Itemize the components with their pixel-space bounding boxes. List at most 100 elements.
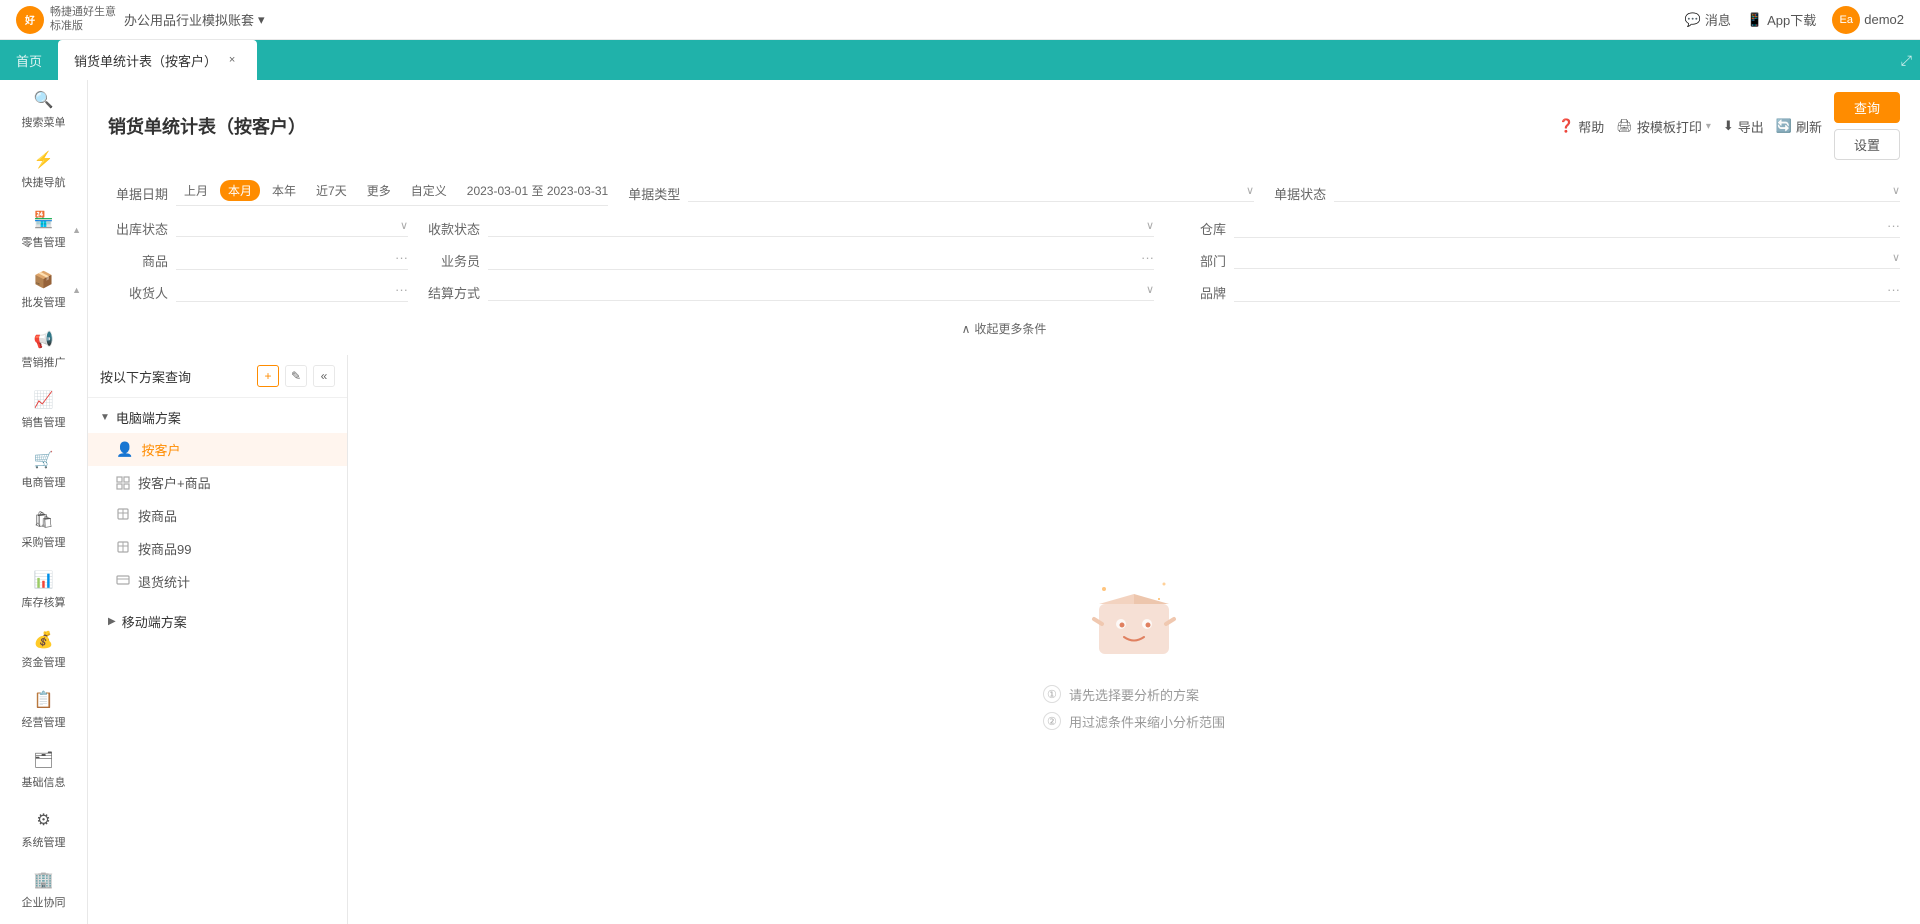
scheme-mobile-header[interactable]: ▶ 移动端方案: [88, 606, 347, 637]
filter-receiver: 收货人 ···: [108, 282, 408, 302]
page-actions: ❓ 帮助 🖨 按模板打印 ▾ ⬇ 导出 🔄 刷新: [1558, 92, 1900, 160]
message-btn[interactable]: 💬 消息: [1685, 10, 1731, 29]
hint-num-2: ②: [1043, 712, 1061, 730]
sidebar-item-search[interactable]: 🔍 搜索菜单: [0, 80, 87, 140]
department-control[interactable]: ∨: [1234, 251, 1900, 269]
date-tab-last-month[interactable]: 上月: [176, 180, 216, 201]
mobile-arrow-icon: ▶: [108, 616, 116, 627]
sidebar-item-wholesale[interactable]: 📦 批发管理 ▲: [0, 260, 87, 320]
out-status-label: 出库状态: [108, 219, 168, 238]
app-download-btn[interactable]: 📱 App下载: [1747, 10, 1816, 29]
refresh-btn[interactable]: 🔄 刷新: [1776, 117, 1822, 136]
receiver-label: 收货人: [108, 283, 168, 302]
filter-doc-type: 单据类型 ∨: [620, 184, 1254, 203]
hint-num-1: ①: [1043, 685, 1061, 703]
empty-hint-1: ① 请先选择要分析的方案: [1043, 685, 1225, 704]
help-icon: ❓: [1558, 118, 1574, 134]
tab-maximize-btn[interactable]: ⤢: [1901, 52, 1912, 69]
logo-area: 好 畅捷通好生意 标准版: [16, 6, 116, 34]
tab-active[interactable]: 销货单统计表（按客户） ×: [58, 40, 257, 80]
collapse-button[interactable]: ∧ 收起更多条件: [962, 314, 1047, 343]
export-btn[interactable]: ⬇ 导出: [1723, 117, 1764, 136]
sidebar-item-marketing[interactable]: 📢 营销推广: [0, 320, 87, 380]
filter-out-status: 出库状态 ∨: [108, 219, 408, 238]
template-print-btn[interactable]: 🖨 按模板打印 ▾: [1616, 117, 1711, 136]
refresh-icon: 🔄: [1776, 118, 1792, 134]
scheme-item-by-goods-99[interactable]: 按商品99: [88, 532, 347, 565]
enterprise-icon: 🏢: [34, 870, 54, 890]
sidebar-item-operations[interactable]: 📋 经营管理: [0, 680, 87, 740]
receive-status-chevron: ∨: [1146, 219, 1154, 232]
sidebar-item-basic[interactable]: 🗂 基础信息: [0, 740, 87, 800]
salesperson-label: 业务员: [420, 251, 480, 270]
goods-scheme-icon: [116, 507, 130, 524]
scheme-item-by-goods[interactable]: 按商品: [88, 499, 347, 532]
sidebar-item-ecommerce[interactable]: 🛒 电商管理: [0, 440, 87, 500]
date-label: 单据日期: [108, 184, 168, 203]
download-icon: 📱: [1747, 12, 1763, 28]
sidebar-item-quick-nav[interactable]: ⚡ 快捷导航: [0, 140, 87, 200]
doc-type-chevron: ∨: [1246, 184, 1254, 197]
filter-salesperson: 业务员 ···: [420, 250, 1154, 270]
sidebar-item-newuser[interactable]: 🌟 新手引导: [0, 920, 87, 924]
scheme-add-btn[interactable]: +: [257, 365, 279, 387]
out-status-control[interactable]: ∨: [176, 219, 408, 237]
user-menu[interactable]: Ea demo2: [1832, 6, 1904, 34]
date-tab-more[interactable]: 更多: [359, 180, 399, 201]
print-icon: 🖨: [1616, 118, 1633, 134]
date-tab-custom[interactable]: 自定义: [403, 180, 455, 201]
query-btn-group: 查询 设置: [1834, 92, 1900, 160]
marketing-icon: 📢: [34, 330, 54, 350]
settings-button[interactable]: 设置: [1834, 129, 1900, 160]
warehouse-control[interactable]: ···: [1234, 218, 1900, 238]
filter-row-4: 收货人 ··· 结算方式 ∨ 品牌: [108, 282, 1900, 302]
brand-control[interactable]: ···: [1234, 282, 1900, 302]
doc-status-label: 单据状态: [1266, 184, 1326, 203]
sidebar-item-finance[interactable]: 💰 资金管理: [0, 620, 87, 680]
scheme-item-by-customer-goods[interactable]: 按客户+商品: [88, 466, 347, 499]
customer-goods-icon: [116, 476, 130, 490]
settlement-control[interactable]: ∨: [488, 283, 1154, 301]
receiver-control[interactable]: ···: [176, 282, 408, 302]
settlement-chevron: ∨: [1146, 283, 1154, 296]
doc-type-control[interactable]: ∨: [688, 184, 1254, 202]
doc-status-control[interactable]: ∨: [1334, 184, 1900, 202]
page-title-row: 销货单统计表（按客户） ❓ 帮助 🖨 按模板打印 ▾ ⬇ 导出: [88, 80, 1920, 168]
sidebar-item-enterprise[interactable]: 🏢 企业协同: [0, 860, 87, 920]
sidebar-item-system[interactable]: ⚙ 系统管理: [0, 800, 87, 860]
goods-label: 商品: [108, 251, 168, 270]
date-control[interactable]: 上月 本月 本年 近7天 更多 自定义 2023-03-01 至 2023-03…: [176, 180, 608, 206]
sidebar-item-sales[interactable]: 📈 销售管理: [0, 380, 87, 440]
filter-brand: 品牌 ···: [1166, 282, 1900, 302]
goods-control[interactable]: ···: [176, 250, 408, 270]
salesperson-control[interactable]: ···: [488, 250, 1154, 270]
sidebar-item-retail[interactable]: 🏪 零售管理 ▲: [0, 200, 87, 260]
sidebar-item-inventory[interactable]: 📊 库存核算: [0, 560, 87, 620]
sidebar-item-purchase[interactable]: 🛍 采购管理: [0, 500, 87, 560]
app-title-dropdown[interactable]: 办公用品行业模拟账套 ▾: [124, 10, 265, 29]
avatar: Ea: [1832, 6, 1860, 34]
scheme-item-return-stats[interactable]: 退货统计: [88, 565, 347, 598]
date-tab-this-year[interactable]: 本年: [264, 180, 304, 201]
scheme-item-by-customer[interactable]: 👤 按客户: [88, 433, 347, 466]
query-button[interactable]: 查询: [1834, 92, 1900, 123]
scheme-collapse-btn[interactable]: «: [313, 365, 335, 387]
help-btn[interactable]: ❓ 帮助: [1558, 117, 1604, 136]
wholesale-expand-icon: ▲: [72, 285, 81, 295]
out-status-chevron: ∨: [400, 219, 408, 232]
tab-home[interactable]: 首页: [0, 40, 58, 80]
page-header-section: 销货单统计表（按客户） ❓ 帮助 🖨 按模板打印 ▾ ⬇ 导出: [88, 80, 1920, 355]
receive-status-control[interactable]: ∨: [488, 219, 1154, 237]
date-tab-this-month[interactable]: 本月: [220, 180, 260, 201]
scheme-desktop-header[interactable]: ▼ 电脑端方案: [88, 402, 347, 433]
salesperson-dots: ···: [1141, 250, 1154, 265]
collapse-row: ∧ 收起更多条件: [108, 310, 1900, 345]
scheme-group-mobile: ▶ 移动端方案: [88, 602, 347, 641]
doc-status-chevron: ∨: [1892, 184, 1900, 197]
filter-row-1: 单据日期 上月 本月 本年 近7天 更多 自定义 2023-03-01 至 20…: [108, 180, 1900, 206]
tab-close-button[interactable]: ×: [223, 51, 241, 69]
scheme-edit-btn[interactable]: ✎: [285, 365, 307, 387]
scheme-panel: 按以下方案查询 + ✎ « ▼ 电脑端方案 👤 按客户: [88, 355, 348, 924]
date-range-display: 2023-03-01 至 2023-03-31: [467, 182, 608, 199]
date-tab-last7[interactable]: 近7天: [308, 180, 355, 201]
